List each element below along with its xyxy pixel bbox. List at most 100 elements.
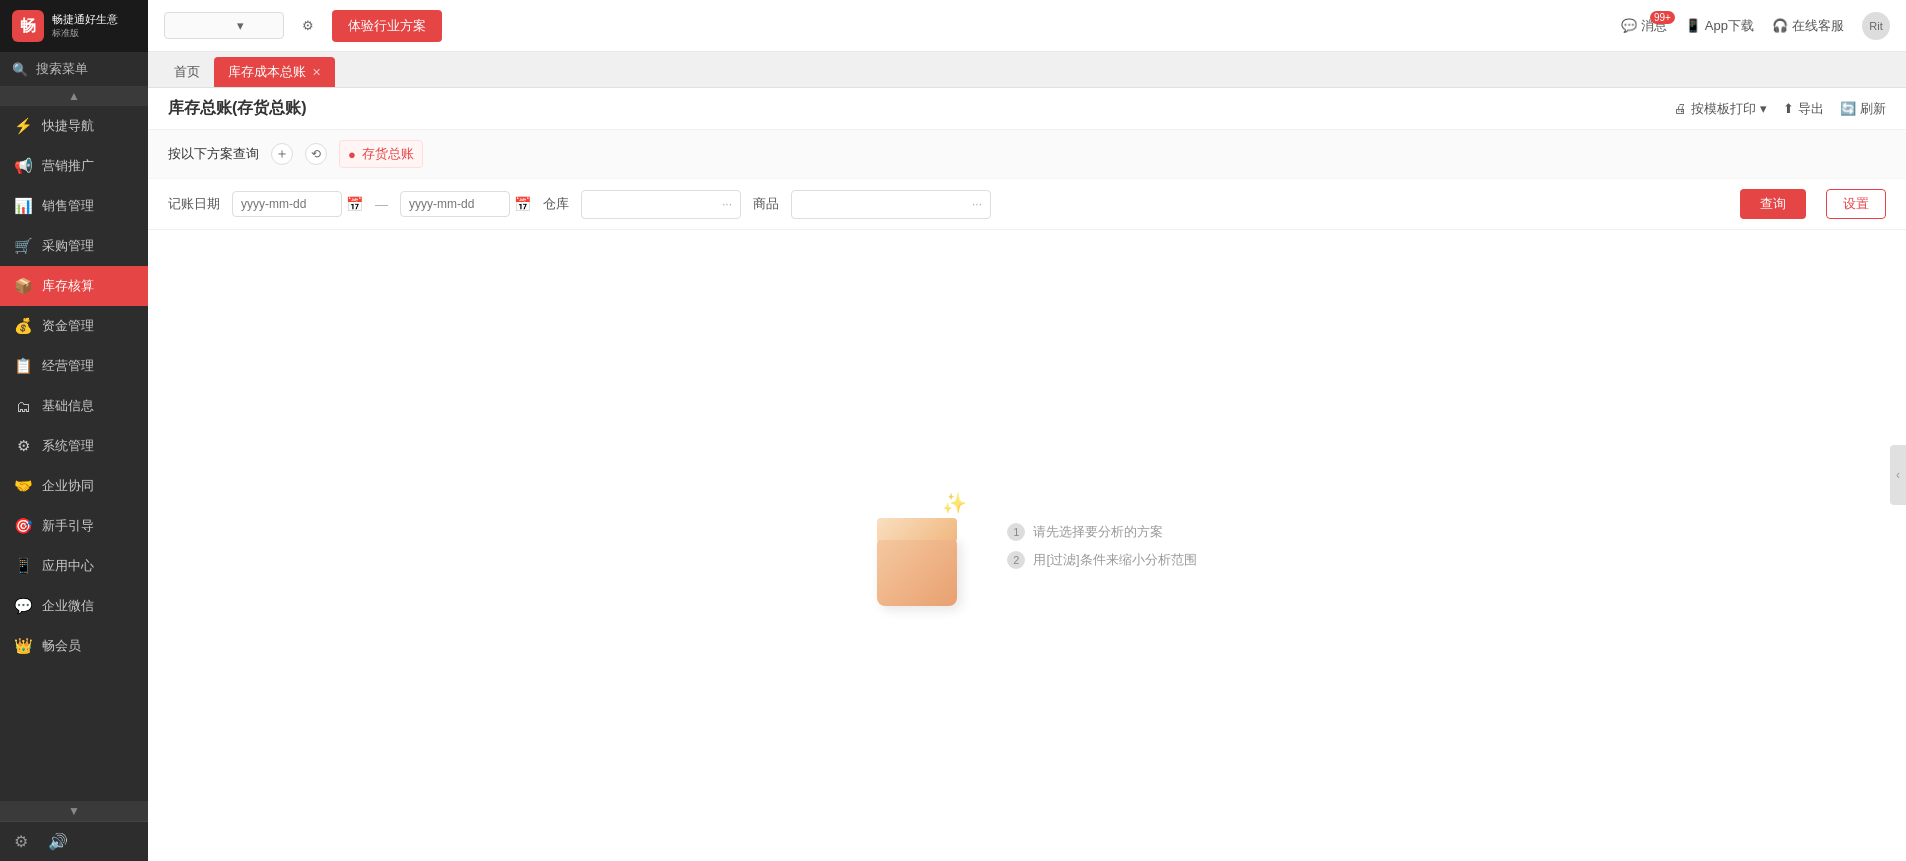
panel-actions: 🖨 按模板打印 ▾ ⬆ 导出 🔄 刷新 [1674, 100, 1886, 118]
app-download-button[interactable]: 📱 App下载 [1685, 17, 1754, 35]
headset-icon: 🎧 [1772, 18, 1788, 33]
sales-icon: 📊 [14, 197, 32, 215]
date-to-input[interactable] [400, 191, 510, 217]
tab-home[interactable]: 首页 [164, 57, 210, 87]
bottom-speaker-icon[interactable]: 🔊 [48, 832, 68, 851]
purchase-icon: 🛒 [14, 237, 32, 255]
bottom-settings-icon[interactable]: ⚙ [14, 832, 28, 851]
online-support-button[interactable]: 🎧 在线客服 [1772, 17, 1844, 35]
scheme-icon: ● [348, 147, 356, 162]
guide-icon: 🎯 [14, 517, 32, 535]
sidebar-item-enterprise[interactable]: 🤝 企业协同 [0, 466, 148, 506]
system-icon: ⚙ [14, 437, 32, 455]
product-more-icon: ··· [972, 197, 982, 211]
sidebar-item-purchase[interactable]: 🛒 采购管理 [0, 226, 148, 266]
finance-icon: 💰 [14, 317, 32, 335]
setup-button[interactable]: 设置 [1826, 189, 1886, 219]
app-logo: 畅 畅捷通好生意 标准版 [0, 0, 148, 52]
company-selector[interactable]: ▾ [164, 12, 284, 39]
sidebar-item-marketing[interactable]: 📢 营销推广 [0, 146, 148, 186]
operation-icon: 📋 [14, 357, 32, 375]
basic-icon: 🗂 [14, 397, 32, 415]
export-button[interactable]: ⬆ 导出 [1783, 100, 1824, 118]
product-select[interactable]: ··· [791, 190, 991, 219]
product-field-label: 商品 [753, 195, 779, 213]
empty-illustration: ✨ [857, 486, 977, 606]
sidebar: 畅 畅捷通好生意 标准版 🔍 搜索菜单 ▲ ⚡ 快捷导航 📢 营销推广 📊 销售… [0, 0, 148, 861]
empty-hints: 1 请先选择要分析的方案 2 用[过滤]条件来缩小分析范围 [1007, 523, 1196, 569]
company-selector-value [173, 17, 233, 34]
vip-icon: 👑 [14, 637, 32, 655]
warehouse-select-value [590, 196, 662, 213]
search-icon: 🔍 [12, 62, 28, 77]
topbar-left: ▾ ⚙ 体验行业方案 [164, 10, 1611, 42]
more-icon: ··· [722, 197, 732, 211]
filter-scheme-item[interactable]: ● 存货总账 [339, 140, 423, 168]
sidebar-item-sales[interactable]: 📊 销售管理 [0, 186, 148, 226]
hint-number-1: 1 [1007, 523, 1025, 541]
refresh-button[interactable]: 🔄 刷新 [1840, 100, 1886, 118]
sidebar-item-system[interactable]: ⚙ 系统管理 [0, 426, 148, 466]
sidebar-nav: ⚡ 快捷导航 📢 营销推广 📊 销售管理 🛒 采购管理 📦 库存核算 💰 资金管… [0, 106, 148, 801]
tabbar: 首页 库存成本总账 ✕ [148, 52, 1906, 88]
refresh-icon: 🔄 [1840, 101, 1856, 116]
warehouse-select[interactable]: ··· [581, 190, 741, 219]
date-from-input[interactable] [232, 191, 342, 217]
messages-button[interactable]: 💬 消息 99+ [1621, 17, 1667, 35]
gear-icon: ⚙ [302, 18, 314, 33]
phone-icon: 📱 [1685, 18, 1701, 33]
tab-inventory-cost[interactable]: 库存成本总账 ✕ [214, 57, 335, 87]
appstore-icon: 📱 [14, 557, 32, 575]
user-avatar: Rit [1862, 12, 1890, 40]
filter-clear-button[interactable]: ⟲ [305, 143, 327, 165]
quick-nav-icon: ⚡ [14, 117, 32, 135]
enterprise-icon: 🤝 [14, 477, 32, 495]
filter-label: 按以下方案查询 [168, 145, 259, 163]
logo-icon: 畅 [12, 10, 44, 42]
sparkle-icon: ✨ [942, 491, 967, 515]
chevron-down-icon: ▾ [237, 18, 244, 33]
message-icon: 💬 [1621, 18, 1637, 33]
sidebar-item-finance[interactable]: 💰 资金管理 [0, 306, 148, 346]
main-area: ▾ ⚙ 体验行业方案 💬 消息 99+ 📱 App下载 🎧 在线客服 [148, 0, 1906, 861]
query-button[interactable]: 查询 [1740, 189, 1806, 219]
marketing-icon: 📢 [14, 157, 32, 175]
wecom-icon: 💬 [14, 597, 32, 615]
user-avatar-button[interactable]: Rit [1862, 12, 1890, 40]
app-name: 畅捷通好生意 标准版 [52, 12, 118, 40]
export-icon: ⬆ [1783, 101, 1794, 116]
fields-row: 记账日期 📅 — 📅 仓库 ··· 商品 ··· 查询 设 [148, 179, 1906, 230]
search-menu-item[interactable]: 🔍 搜索菜单 [0, 52, 148, 86]
inventory-icon: 📦 [14, 277, 32, 295]
calendar-from-icon[interactable]: 📅 [346, 196, 363, 212]
hint-number-2: 2 [1007, 551, 1025, 569]
date-separator: — [375, 197, 388, 212]
product-select-value [800, 196, 908, 213]
sidebar-item-wecom[interactable]: 💬 企业微信 [0, 586, 148, 626]
sidebar-item-guide[interactable]: 🎯 新手引导 [0, 506, 148, 546]
sidebar-item-vip[interactable]: 👑 畅会员 [0, 626, 148, 666]
sidebar-item-quick-nav[interactable]: ⚡ 快捷导航 [0, 106, 148, 146]
topbar-settings-button[interactable]: ⚙ [292, 10, 324, 42]
topbar: ▾ ⚙ 体验行业方案 💬 消息 99+ 📱 App下载 🎧 在线客服 [148, 0, 1906, 52]
date-to-wrap: 📅 [400, 191, 531, 217]
page-title: 库存总账(存货总账) [168, 98, 307, 119]
sidebar-item-inventory[interactable]: 📦 库存核算 [0, 266, 148, 306]
filter-add-button[interactable]: ＋ [271, 143, 293, 165]
empty-box [877, 536, 957, 606]
tab-close-icon[interactable]: ✕ [312, 66, 321, 79]
right-handle-button[interactable]: ‹ [1890, 445, 1906, 505]
hint-line-1: 1 请先选择要分析的方案 [1007, 523, 1196, 541]
trial-button[interactable]: 体验行业方案 [332, 10, 442, 42]
scroll-up-button[interactable]: ▲ [0, 86, 148, 106]
panel-header: 库存总账(存货总账) 🖨 按模板打印 ▾ ⬆ 导出 🔄 刷新 [148, 88, 1906, 130]
print-icon: 🖨 [1674, 101, 1687, 116]
sidebar-item-operation[interactable]: 📋 经营管理 [0, 346, 148, 386]
topbar-right: 💬 消息 99+ 📱 App下载 🎧 在线客服 Rit [1621, 12, 1890, 40]
scroll-down-button[interactable]: ▼ [0, 801, 148, 821]
calendar-to-icon[interactable]: 📅 [514, 196, 531, 212]
sidebar-item-basic[interactable]: 🗂 基础信息 [0, 386, 148, 426]
print-button[interactable]: 🖨 按模板打印 ▾ [1674, 100, 1767, 118]
chevron-down-icon: ▾ [1760, 101, 1767, 116]
sidebar-item-appstore[interactable]: 📱 应用中心 [0, 546, 148, 586]
